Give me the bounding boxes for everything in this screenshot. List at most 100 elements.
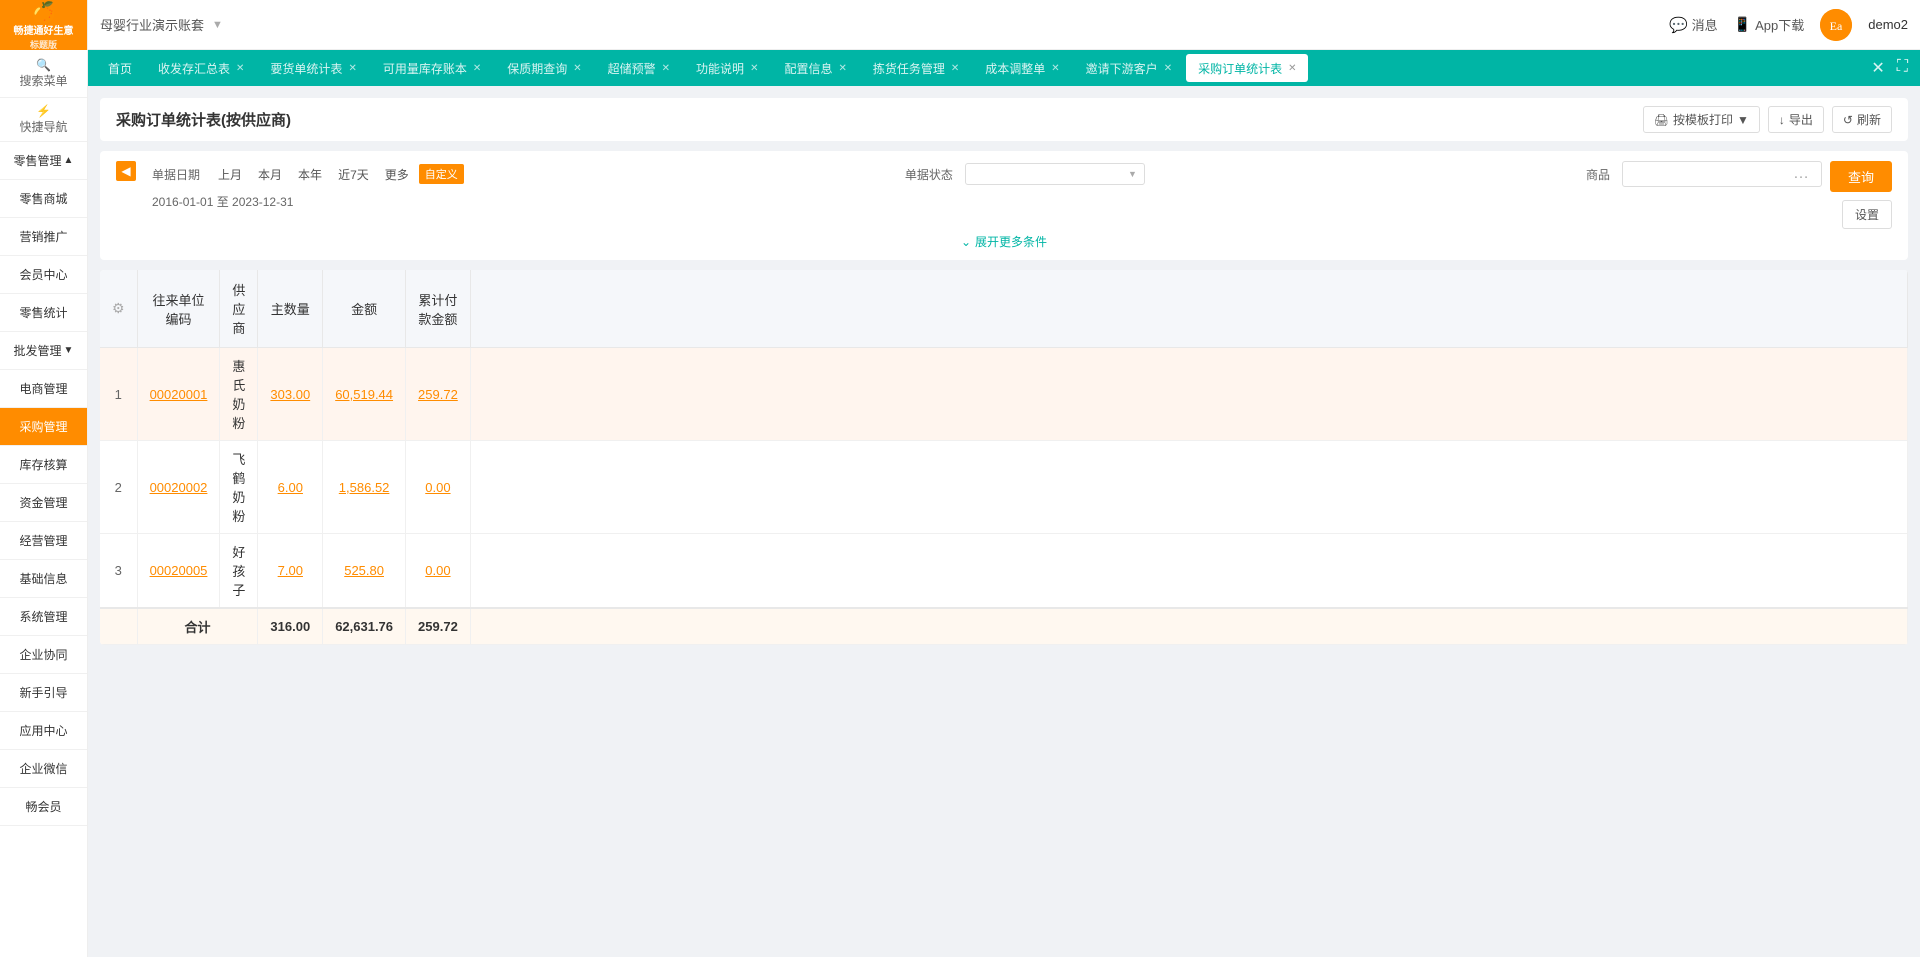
date-btn-last-month[interactable]: 上月	[212, 164, 248, 185]
close-icon[interactable]: ✕	[236, 63, 244, 74]
filter-dates: 上月 本月 本年 近7天 更多 自定义	[212, 164, 464, 185]
close-icon[interactable]: ✕	[838, 63, 846, 74]
close-icon[interactable]: ✕	[951, 63, 959, 74]
export-button[interactable]: ↓ 导出	[1768, 106, 1824, 133]
sidebar-item-ecommerce[interactable]: 电商管理	[0, 370, 87, 408]
date-btn-more[interactable]: 更多	[379, 164, 415, 185]
sidebar-item-finance[interactable]: 资金管理	[0, 484, 87, 522]
expand-button[interactable]: ⌄ 展开更多条件	[961, 233, 1047, 250]
expand-label: 展开更多条件	[975, 233, 1047, 250]
chevron-down-icon-2: ▼	[64, 345, 74, 356]
sidebar-label-chang-member: 畅会员	[25, 798, 61, 815]
export-label: 导出	[1789, 111, 1813, 128]
page-header: 采购订单统计表(按供应商) 🖨 按模板打印 ▼ ↓ 导出 ↺ 刷新	[100, 98, 1908, 141]
close-icon[interactable]: ✕	[750, 63, 758, 74]
tab-shelf-life[interactable]: 保质期查询 ✕	[495, 54, 593, 82]
date-btn-last-7-days[interactable]: 近7天	[332, 164, 375, 185]
nav-icon: ⚡	[4, 104, 83, 118]
goods-more-icon[interactable]: …	[1789, 165, 1813, 183]
sidebar-label-app-center: 应用中心	[19, 722, 67, 739]
message-button[interactable]: 💬 消息	[1669, 15, 1718, 34]
tab-invite-downstream-label: 邀请下游客户	[1086, 60, 1158, 77]
tab-purchase-order-stats-label: 采购订单统计表	[1198, 60, 1282, 77]
sidebar-item-inventory[interactable]: 库存核算	[0, 446, 87, 484]
tab-maximize-action[interactable]: ⛶	[1893, 56, 1912, 80]
refresh-button[interactable]: ↺ 刷新	[1832, 106, 1892, 133]
sidebar-item-retail-stats[interactable]: 零售统计	[0, 294, 87, 332]
print-dropdown-icon[interactable]: ▼	[1737, 113, 1749, 127]
status-select[interactable]	[965, 163, 1145, 185]
tab-order-stats[interactable]: 要货单统计表 ✕	[258, 54, 368, 82]
sidebar-item-search[interactable]: 🔍 搜索菜单	[0, 50, 87, 98]
sidebar-label-enterprise-collab: 企业协同	[19, 646, 67, 663]
sidebar-item-chang-member[interactable]: 畅会员	[0, 788, 87, 826]
sidebar-item-purchase-mgmt[interactable]: 采购管理	[0, 408, 87, 446]
sidebar-label-retail-shop: 零售商城	[19, 190, 67, 207]
row-1-num: 1	[100, 348, 137, 441]
sidebar-item-enterprise-collab[interactable]: 企业协同	[0, 636, 87, 674]
sidebar-item-marketing[interactable]: 营销推广	[0, 218, 87, 256]
tab-close-action[interactable]: ✕	[1867, 56, 1888, 80]
tab-receive-summary[interactable]: 收发存汇总表 ✕	[146, 54, 256, 82]
tab-config-info[interactable]: 配置信息 ✕	[772, 54, 858, 82]
close-active-icon[interactable]: ✕	[1288, 63, 1296, 74]
row-1-empty	[470, 348, 1907, 441]
query-button[interactable]: 查询	[1830, 161, 1892, 192]
filter-right-actions: 查询 设置	[1830, 161, 1892, 229]
topbar-dropdown-icon[interactable]: ▼	[212, 19, 223, 31]
sidebar-item-system-mgmt[interactable]: 系统管理	[0, 598, 87, 636]
tabbar-actions: ✕ ⛶	[1867, 56, 1912, 80]
settings-icon[interactable]: ⚙	[112, 300, 125, 316]
row-2-qty: 6.00	[258, 441, 323, 534]
date-btn-this-year[interactable]: 本年	[292, 164, 328, 185]
date-btn-this-month[interactable]: 本月	[252, 164, 288, 185]
tab-pick-task[interactable]: 拣货任务管理 ✕	[861, 54, 971, 82]
row-3-paid: 0.00	[406, 534, 471, 609]
tab-home[interactable]: 首页	[96, 54, 144, 82]
page-title: 采购订单统计表(按供应商)	[116, 109, 291, 130]
app-download-button[interactable]: 📱 App下载	[1734, 15, 1805, 34]
sidebar-item-member-center[interactable]: 会员中心	[0, 256, 87, 294]
tab-invite-downstream[interactable]: 邀请下游客户 ✕	[1074, 54, 1184, 82]
print-label: 按模板打印	[1673, 111, 1733, 128]
close-icon[interactable]: ✕	[1164, 63, 1172, 74]
table-row: 2 00020002 飞鹤奶粉 6.00 1,586.52 0.00	[100, 441, 1908, 534]
username-label: demo2	[1868, 17, 1908, 32]
print-button[interactable]: 🖨 按模板打印 ▼	[1643, 106, 1760, 133]
sidebar-item-newbie-guide[interactable]: 新手引导	[0, 674, 87, 712]
table-header-row: ⚙ 往来单位编码 供应商 主数量 金额 累计付款金额	[100, 270, 1908, 348]
sidebar-item-operations[interactable]: 经营管理	[0, 522, 87, 560]
sidebar-item-wholesale-mgmt[interactable]: 批发管理 ▼	[0, 332, 87, 370]
setting-button[interactable]: 设置	[1842, 200, 1892, 229]
sidebar-item-retail-mgmt[interactable]: 零售管理 ▲	[0, 142, 87, 180]
row-2-empty	[470, 441, 1907, 534]
goods-input[interactable]	[1631, 167, 1789, 181]
collapse-arrow[interactable]: ◀	[116, 161, 136, 181]
sidebar-item-app-center[interactable]: 应用中心	[0, 712, 87, 750]
th-supplier: 供应商	[220, 270, 258, 348]
tab-overstock-warning[interactable]: 超储预警 ✕	[596, 54, 682, 82]
tab-feature-desc[interactable]: 功能说明 ✕	[684, 54, 770, 82]
row-2-supplier: 飞鹤奶粉	[220, 441, 258, 534]
topbar-right: 💬 消息 📱 App下载 Ea demo2	[1669, 9, 1908, 41]
close-icon[interactable]: ✕	[473, 63, 481, 74]
avatar-image: Ea	[1820, 9, 1852, 41]
th-empty	[470, 270, 1907, 348]
date-custom-badge[interactable]: 自定义	[419, 164, 464, 184]
close-icon[interactable]: ✕	[1051, 63, 1059, 74]
close-icon[interactable]: ✕	[662, 63, 670, 74]
sidebar-item-enterprise-wechat[interactable]: 企业微信	[0, 750, 87, 788]
sidebar-item-basic-info[interactable]: 基础信息	[0, 560, 87, 598]
sidebar-item-retail-shop[interactable]: 零售商城	[0, 180, 87, 218]
close-icon[interactable]: ✕	[573, 63, 581, 74]
date-label: 单据日期	[152, 166, 200, 183]
tab-usable-inventory[interactable]: 可用量库存账本 ✕	[371, 54, 493, 82]
row-1-supplier: 惠氏奶粉	[220, 348, 258, 441]
footer-paid: 259.72	[406, 608, 471, 645]
row-2-code: 00020002	[137, 441, 220, 534]
tab-purchase-order-stats[interactable]: 采购订单统计表 ✕	[1186, 54, 1308, 82]
tab-cost-adjust[interactable]: 成本调整单 ✕	[973, 54, 1071, 82]
search-icon: 🔍	[4, 58, 83, 72]
sidebar-item-quick-nav[interactable]: ⚡ 快捷导航	[0, 98, 87, 142]
close-icon[interactable]: ✕	[348, 63, 356, 74]
